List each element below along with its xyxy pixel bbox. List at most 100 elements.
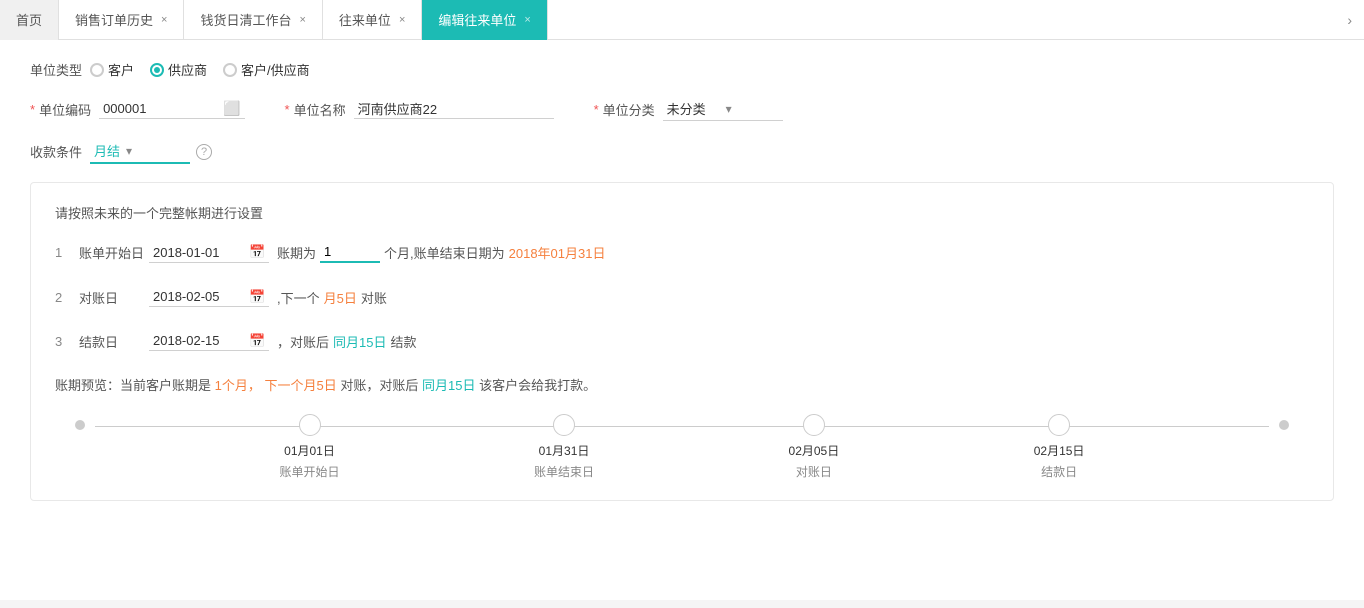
unit-code-copy-icon[interactable]: ⬜ — [219, 100, 244, 117]
payment-field: 收款条件 月结 ▾ ? — [30, 139, 212, 164]
close-cash-workbench[interactable]: × — [299, 14, 305, 26]
unit-class-field: * 单位分类 未分类 ▾ — [594, 97, 783, 121]
payment-chevron-icon: ▾ — [126, 144, 132, 158]
radio-both-circle — [223, 63, 237, 77]
period-end-date: 2018年01月31日 — [509, 243, 606, 262]
panel-title: 请按照未来的一个完整帐期进行设置 — [55, 203, 1309, 222]
tab-sales-history[interactable]: 销售订单历史 × — [59, 0, 184, 40]
period-prefix-2: ,下一个 — [277, 288, 320, 307]
unit-info-row: * 单位编码 ⬜ * 单位名称 * 单位分类 未分类 ▾ — [30, 97, 1334, 121]
timeline-date-0: 01月01日 — [284, 442, 335, 459]
period-row-1: 1 账单开始日 📅 账期为 个月,账单结束日期为 2018年01月31日 — [55, 242, 1309, 263]
period-date-input-2[interactable] — [149, 287, 249, 306]
preview-label: 账期预览：当前客户账期是 — [55, 378, 211, 393]
timeline-point-0: 01月01日账单开始日 — [280, 414, 340, 480]
period-row-2: 2 对账日 📅 ,下一个 月5日 对账 — [55, 287, 1309, 307]
unit-type-row: 单位类型 客户 供应商 客户/供应商 — [30, 60, 1334, 79]
period-date-3: 📅 — [149, 331, 269, 351]
period-date-input-3[interactable] — [149, 331, 249, 350]
preview-part1: 1个月， — [215, 378, 261, 393]
period-calendar-icon-1[interactable]: 📅 — [249, 244, 265, 260]
period-num-3: 3 — [55, 334, 79, 349]
period-highlight-2: 月5日 — [324, 288, 357, 307]
period-date-1: 📅 — [149, 243, 269, 263]
radio-customer[interactable]: 客户 — [90, 60, 134, 79]
tab-edit-partner[interactable]: 编辑往来单位 × — [422, 0, 547, 40]
timeline-date-2: 02月05日 — [789, 442, 840, 459]
preview-part3: 对账，对账后 — [340, 378, 418, 393]
timeline-dot-1 — [553, 414, 575, 436]
close-partner-units[interactable]: × — [399, 14, 405, 26]
period-num-2: 2 — [55, 290, 79, 305]
period-label-1: 账单开始日 — [79, 243, 149, 262]
timeline-point-1: 01月31日账单结束日 — [534, 414, 594, 480]
payment-value: 月结 — [94, 141, 120, 160]
unit-name-label: 单位名称 — [294, 100, 346, 119]
payment-row: 收款条件 月结 ▾ ? — [30, 139, 1334, 164]
preview-section: 账期预览：当前客户账期是 1个月， 下一个月5日 对账，对账后 同月15日 该客… — [55, 375, 1309, 394]
unit-code-star: * — [30, 102, 35, 117]
period-prefix-3: ，对账后 — [277, 332, 329, 351]
tab-partner-units-label: 往来单位 — [339, 10, 391, 29]
unit-type-radio-group: 客户 供应商 客户/供应商 — [90, 60, 310, 79]
period-calendar-icon-2[interactable]: 📅 — [249, 289, 265, 305]
period-panel: 请按照未来的一个完整帐期进行设置 1 账单开始日 📅 账期为 个月,账单结束日期… — [30, 182, 1334, 501]
tab-sales-history-label: 销售订单历史 — [75, 10, 153, 29]
unit-code-input[interactable] — [99, 99, 219, 118]
preview-part2: 下一个月5日 — [265, 378, 337, 393]
period-suffix-text-1: 账期为 — [277, 243, 316, 262]
unit-type-label: 单位类型 — [30, 60, 82, 79]
period-highlight-3: 同月15日 — [333, 332, 386, 351]
period-row-3: 3 结款日 📅 ，对账后 同月15日 结款 — [55, 331, 1309, 351]
radio-both[interactable]: 客户/供应商 — [223, 60, 310, 79]
unit-code-label: 单位编码 — [39, 100, 91, 119]
tab-edit-partner-label: 编辑往来单位 — [438, 10, 516, 29]
timeline-name-2: 对账日 — [796, 463, 832, 480]
period-suffix-2: ,下一个 月5日 对账 — [277, 288, 387, 307]
period-date-2: 📅 — [149, 287, 269, 307]
unit-class-star: * — [594, 102, 599, 117]
unit-type-field: 单位类型 客户 供应商 客户/供应商 — [30, 60, 310, 79]
unit-name-input[interactable] — [354, 99, 554, 119]
period-label-2: 对账日 — [79, 288, 149, 307]
preview-part5: 该客户会给我打款。 — [479, 378, 596, 393]
timeline-dot-0 — [299, 414, 321, 436]
period-calendar-icon-3[interactable]: 📅 — [249, 333, 265, 349]
timeline-name-1: 账单结束日 — [534, 463, 594, 480]
timeline-date-3: 02月15日 — [1034, 442, 1085, 459]
payment-select[interactable]: 月结 ▾ — [90, 139, 190, 164]
period-suffix-text-2: 对账 — [361, 288, 387, 307]
period-months-suffix: 个月,账单结束日期为 — [384, 243, 505, 262]
radio-customer-circle — [90, 63, 104, 77]
payment-help-icon[interactable]: ? — [196, 144, 212, 160]
radio-supplier[interactable]: 供应商 — [150, 60, 207, 79]
timeline-name-0: 账单开始日 — [280, 463, 340, 480]
tabs-bar: 首页 销售订单历史 × 钱货日清工作台 × 往来单位 × 编辑往来单位 × › — [0, 0, 1364, 40]
radio-supplier-label: 供应商 — [168, 60, 207, 79]
unit-class-value: 未分类 — [667, 99, 720, 118]
timeline-point-2: 02月05日对账日 — [789, 414, 840, 480]
close-edit-partner[interactable]: × — [524, 14, 530, 26]
timeline-start-dot — [75, 420, 85, 430]
tab-home[interactable]: 首页 — [0, 0, 59, 40]
tab-partner-units[interactable]: 往来单位 × — [323, 0, 422, 40]
radio-customer-label: 客户 — [108, 60, 134, 79]
timeline-dot-2 — [803, 414, 825, 436]
period-suffix-text-3: 结款 — [390, 332, 416, 351]
timeline-points: 01月01日账单开始日 01月31日账单结束日 02月05日对账日 02月15日结款日 — [75, 414, 1289, 480]
tabs-chevron[interactable]: › — [1335, 12, 1364, 28]
timeline-point-3: 02月15日结款日 — [1034, 414, 1085, 480]
tab-cash-workbench[interactable]: 钱货日清工作台 × — [184, 0, 322, 40]
tab-cash-workbench-label: 钱货日清工作台 — [200, 10, 291, 29]
unit-class-label: 单位分类 — [603, 100, 655, 119]
close-sales-history[interactable]: × — [161, 14, 167, 26]
unit-name-star: * — [285, 102, 290, 117]
radio-supplier-circle — [150, 63, 164, 77]
preview-part4: 同月15日 — [422, 378, 475, 393]
period-months-input[interactable] — [320, 242, 380, 263]
page-content: 单位类型 客户 供应商 客户/供应商 * 单位编码 — [0, 40, 1364, 600]
unit-class-select[interactable]: 未分类 ▾ — [663, 97, 783, 121]
timeline-date-1: 01月31日 — [539, 442, 590, 459]
unit-class-chevron-icon: ▾ — [726, 102, 779, 116]
period-date-input-1[interactable] — [149, 243, 249, 262]
